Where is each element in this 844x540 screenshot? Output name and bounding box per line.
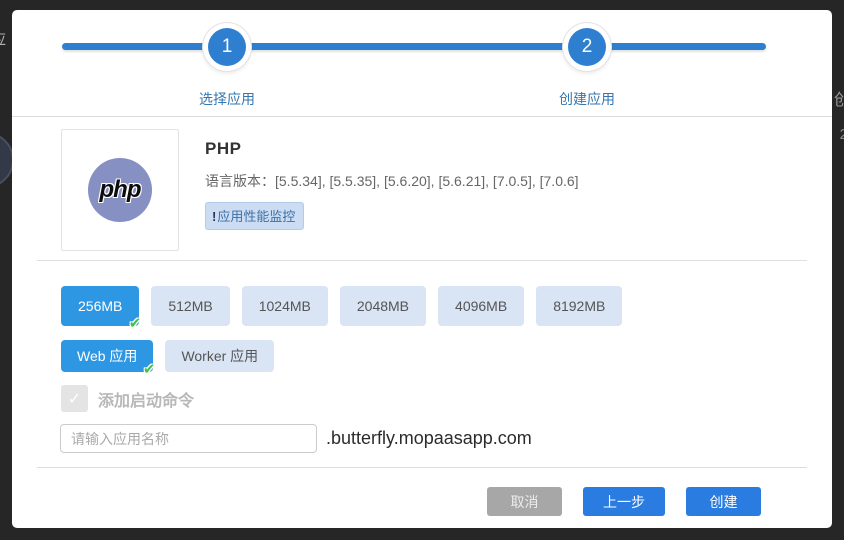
- memory-option-label: 2048MB: [356, 298, 410, 314]
- memory-option-256mb[interactable]: 256MB ✔: [61, 286, 141, 332]
- memory-option-4096mb[interactable]: 4096MB: [438, 286, 525, 326]
- previous-step-button[interactable]: 上一步: [583, 487, 665, 516]
- memory-option-2048mb[interactable]: 2048MB: [339, 286, 427, 326]
- memory-option-label: 512MB: [168, 298, 213, 314]
- memory-option-label: 8192MB: [553, 298, 606, 314]
- step-1-label: 选择应用: [199, 91, 255, 107]
- memory-option-label: 256MB: [78, 298, 123, 314]
- check-icon: ✔: [128, 315, 142, 332]
- app-name-input[interactable]: [60, 424, 317, 453]
- create-app-dialog: 1 2 选择应用 创建应用 php PHP 语言版本：[5.5.34], [5.…: [12, 10, 832, 528]
- startup-command-label: 添加启动命令: [98, 392, 195, 410]
- php-logo-icon: php: [88, 158, 152, 222]
- app-versions: 语言版本：[5.5.34], [5.5.35], [5.6.20], [5.6.…: [205, 171, 579, 191]
- create-button[interactable]: 创建: [686, 487, 761, 516]
- startup-command-row: ✓ 添加启动命令: [61, 385, 832, 412]
- section-divider: [37, 260, 807, 261]
- app-title: PHP: [205, 139, 242, 158]
- exclamation-icon: !: [212, 209, 217, 224]
- memory-option-1024mb[interactable]: 1024MB: [241, 286, 328, 326]
- step-2-label: 创建应用: [559, 91, 615, 107]
- step-2-node[interactable]: 2: [563, 23, 611, 71]
- app-name-row: .butterfly.mopaasapp.com: [60, 424, 832, 453]
- dialog-footer: 取消 上一步 创建: [12, 468, 832, 516]
- apm-tag: !应用性能监控: [205, 202, 305, 230]
- background-text-fragment: 应: [0, 28, 6, 49]
- wizard-stepper: 1 2 选择应用 创建应用: [12, 10, 832, 117]
- versions-label: 语言版本：: [205, 173, 275, 189]
- memory-option-8192mb[interactable]: 8192MB: [536, 286, 623, 326]
- selected-app-section: php PHP 语言版本：[5.5.34], [5.5.35], [5.6.20…: [12, 117, 832, 260]
- step-1-node[interactable]: 1: [203, 23, 251, 71]
- startup-command-checkbox[interactable]: ✓: [61, 385, 88, 412]
- app-info: PHP 语言版本：[5.5.34], [5.5.35], [5.6.20], […: [205, 139, 579, 230]
- versions-list: [5.5.34], [5.5.35], [5.6.20], [5.6.21], …: [275, 173, 579, 189]
- step-2-circle: 2: [568, 28, 606, 66]
- app-type-worker[interactable]: Worker 应用: [165, 340, 275, 372]
- memory-option-label: 1024MB: [258, 298, 311, 314]
- step-1-circle: 1: [208, 28, 246, 66]
- app-type-label: Worker 应用: [181, 348, 259, 364]
- stepper-progress-bar: [62, 43, 766, 50]
- app-card-php: php: [61, 129, 179, 251]
- check-icon: ✔: [142, 361, 156, 378]
- background-text-fragment: 2: [839, 126, 844, 143]
- app-type-web[interactable]: Web 应用 ✔: [61, 340, 155, 378]
- memory-option-512mb[interactable]: 512MB: [151, 286, 230, 326]
- memory-options-row: 256MB ✔ 512MB 1024MB 2048MB 4096MB 8192M…: [61, 286, 832, 332]
- background-text-fragment: 创: [833, 92, 844, 109]
- apm-tag-label: 应用性能监控: [217, 209, 296, 224]
- app-type-row: Web 应用 ✔ Worker 应用: [61, 340, 832, 378]
- cancel-button[interactable]: 取消: [487, 487, 562, 516]
- app-type-label: Web 应用: [77, 348, 138, 364]
- domain-suffix: .butterfly.mopaasapp.com: [326, 428, 532, 448]
- memory-option-label: 4096MB: [455, 298, 508, 314]
